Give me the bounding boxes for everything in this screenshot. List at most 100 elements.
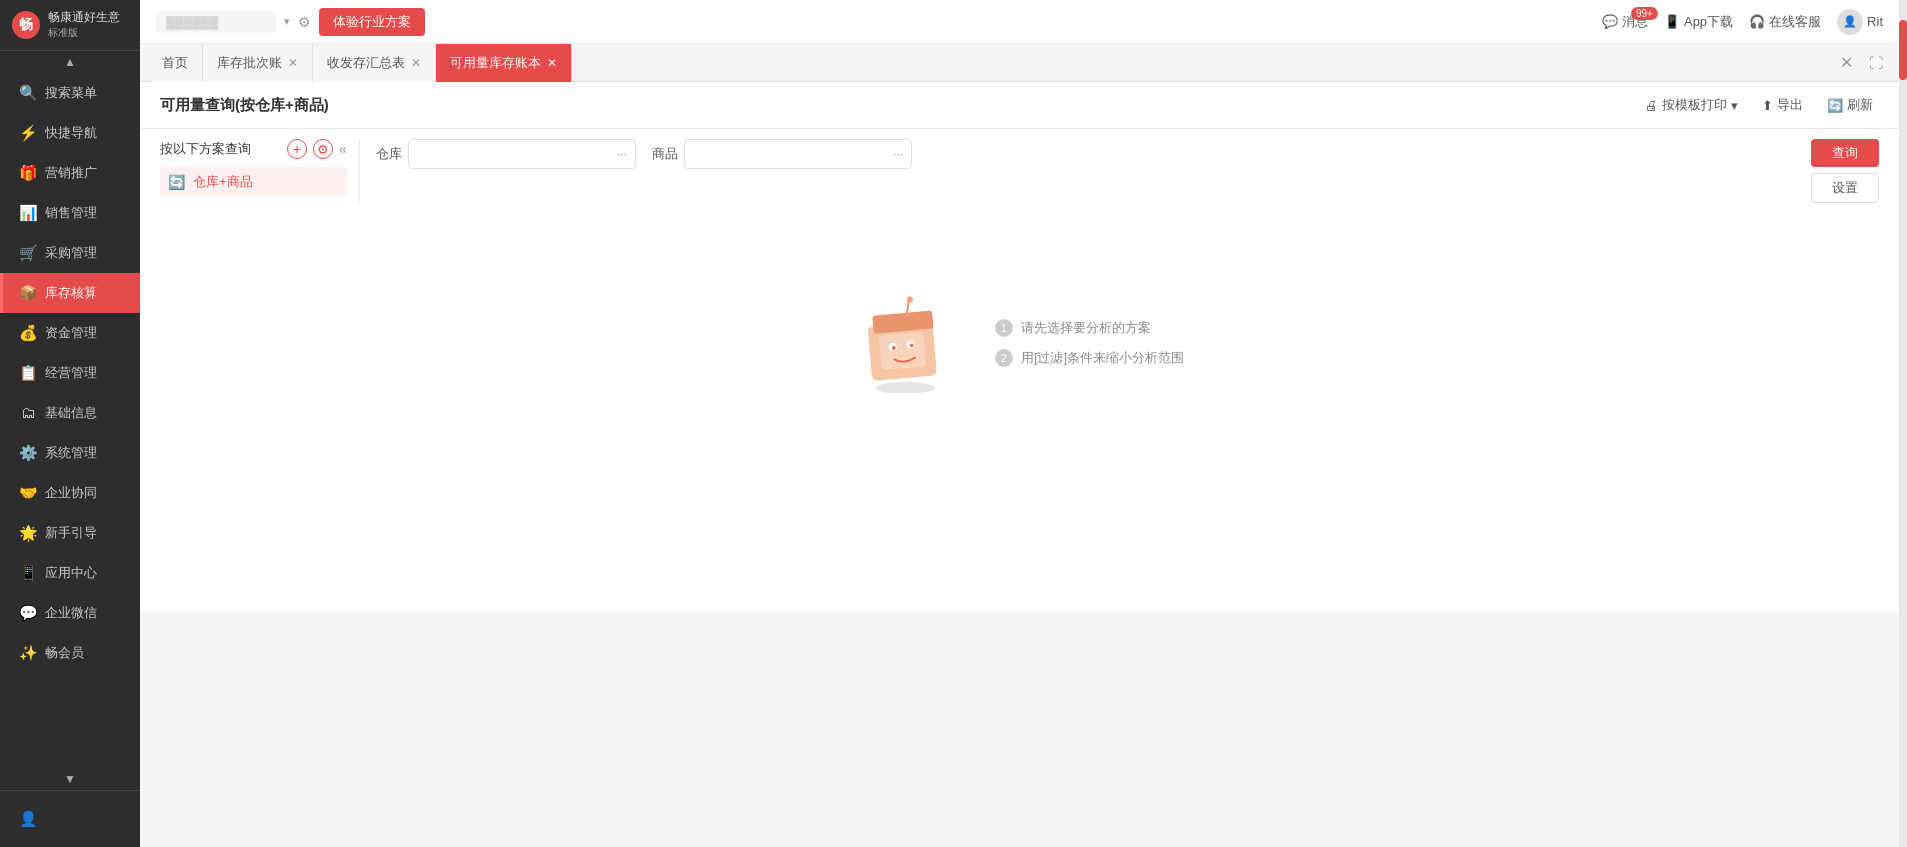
tab-batch-ledger[interactable]: 库存批次账 ✕ [203,44,313,82]
page-header: 可用量查询(按仓库+商品) 🖨 按模板打印 ▾ ⬆ 导出 🔄 刷新 [140,82,1899,129]
sidebar-item-search[interactable]: 🔍 搜索菜单 [0,73,140,113]
warehouse-label: 仓库 [376,145,402,163]
topbar-search[interactable]: ▓▓▓▓▓▓ [156,11,276,33]
tab-home[interactable]: 首页 [152,44,203,82]
filter-settings-button[interactable]: ⚙ [313,139,333,159]
sidebar-scroll-up[interactable]: ▲ [0,51,140,73]
sidebar-menu: 🔍 搜索菜单 ⚡ 快捷导航 🎁 营销推广 📊 销售管理 🛒 采购管理 📦 库存核… [0,73,140,768]
avatar-text: 👤 [1843,15,1857,28]
box-icon: 📦 [19,284,37,302]
money-icon: 💰 [19,324,37,342]
print-template-button[interactable]: 🖨 按模板打印 ▾ [1639,92,1744,118]
sidebar-item-purchase[interactable]: 🛒 采购管理 [0,233,140,273]
search-icon: 🔍 [19,84,37,102]
diamond-icon: ✨ [19,644,37,662]
logo-icon: 畅 [12,11,40,39]
app-download-button[interactable]: 📱 App下载 [1664,13,1733,31]
sidebar-item-enterprise[interactable]: 🤝 企业协同 [0,473,140,513]
chat-icon: 💬 [19,604,37,622]
sidebar-item-sales[interactable]: 📊 销售管理 [0,193,140,233]
online-service-button[interactable]: 🎧 在线客服 [1749,13,1821,31]
sidebar-item-inventory[interactable]: 📦 库存核算 [0,273,140,313]
tab-close-available-ledger[interactable]: ✕ [547,56,557,70]
export-button[interactable]: ⬆ 导出 [1756,92,1809,118]
page-header-actions: 🖨 按模板打印 ▾ ⬆ 导出 🔄 刷新 [1639,92,1879,118]
sidebar-item-system[interactable]: ⚙️ 系统管理 [0,433,140,473]
sidebar-item-user-settings[interactable]: 👤 [0,799,140,839]
settings-icon[interactable]: ⚙ [298,14,311,30]
query-fields: 仓库 ··· 商品 ··· [360,139,1799,203]
refresh-button[interactable]: 🔄 刷新 [1821,92,1879,118]
robot-svg [855,293,955,393]
cart-icon: 🛒 [19,244,37,262]
tab-available-ledger[interactable]: 可用量库存账本 ✕ [436,44,572,82]
filter-add-button[interactable]: + [287,139,307,159]
tip-number-2: 2 [995,349,1013,367]
tabbar-expand-button[interactable]: ⛶ [1865,51,1887,75]
column-settings-button[interactable]: 设置 [1811,173,1879,203]
tip-number-1: 1 [995,319,1013,337]
filter-item-warehouse-product[interactable]: 🔄 仓库+商品 [160,167,347,197]
gift-icon: 🎁 [19,164,37,182]
svg-point-9 [906,296,913,303]
headset-icon: 🎧 [1749,14,1765,29]
tip-text-1: 请先选择要分析的方案 [1021,319,1151,337]
tab-bar: 首页 库存批次账 ✕ 收发存汇总表 ✕ 可用量库存账本 ✕ ✕ ⛶ [140,44,1899,82]
action-buttons: 查询 设置 [1799,139,1879,203]
empty-state-row: 1 请先选择要分析的方案 2 用[过滤]条件来缩小分析范围 [855,293,1184,393]
clipboard-icon: 📋 [19,364,37,382]
message-button[interactable]: 💬 消息 99+ [1602,13,1648,31]
tabbar-close-button[interactable]: ✕ [1836,49,1857,76]
logo-text: 畅康通好生意 标准版 [48,10,120,40]
filter-panel-header: 按以下方案查询 + ⚙ « [160,139,347,159]
sidebar-item-wechat[interactable]: 💬 企业微信 [0,593,140,633]
sidebar-item-marketing[interactable]: 🎁 营销推广 [0,153,140,193]
scrollbar-handle[interactable] [1899,20,1907,80]
empty-tip-1: 1 请先选择要分析的方案 [995,319,1184,337]
empty-state: 1 请先选择要分析的方案 2 用[过滤]条件来缩小分析范围 [140,213,1899,473]
tab-close-recv-summary[interactable]: ✕ [411,56,421,70]
refresh-icon: 🔄 [1827,98,1843,113]
right-scrollbar[interactable] [1899,0,1907,847]
product-more-icon[interactable]: ··· [893,147,903,161]
sidebar-item-quick-nav[interactable]: ⚡ 快捷导航 [0,113,140,153]
tab-close-batch-ledger[interactable]: ✕ [288,56,298,70]
sidebar-bottom: 👤 [0,790,140,847]
product-input[interactable]: ··· [684,139,912,169]
filter-item-icon: 🔄 [168,174,185,190]
filter-panel: 按以下方案查询 + ⚙ « 🔄 仓库+商品 [160,139,360,203]
user-avatar-button[interactable]: 👤 Rit [1837,9,1883,35]
sidebar-item-vip[interactable]: ✨ 畅会员 [0,633,140,673]
product-field: 商品 ··· [652,139,912,169]
tab-recv-summary[interactable]: 收发存汇总表 ✕ [313,44,436,82]
filter-panel-actions: + ⚙ « [287,139,347,159]
svg-point-0 [875,382,935,393]
star-icon: 🌟 [19,524,37,542]
warehouse-input[interactable]: ··· [408,139,636,169]
sidebar-item-operation[interactable]: 📋 经营管理 [0,353,140,393]
warehouse-more-icon[interactable]: ··· [617,147,627,161]
sidebar: 畅 畅康通好生意 标准版 ▲ 🔍 搜索菜单 ⚡ 快捷导航 🎁 营销推广 📊 销售… [0,0,140,847]
product-label: 商品 [652,145,678,163]
filter-collapse-button[interactable]: « [339,141,347,157]
lightning-icon: ⚡ [19,124,37,142]
sidebar-item-finance[interactable]: 💰 资金管理 [0,313,140,353]
sidebar-item-basic[interactable]: 🗂 基础信息 [0,393,140,433]
sidebar-item-guide[interactable]: 🌟 新手引导 [0,513,140,553]
sidebar-item-app-center[interactable]: 📱 应用中心 [0,553,140,593]
topbar-right: 💬 消息 99+ 📱 App下载 🎧 在线客服 👤 Rit [1602,9,1883,35]
query-button[interactable]: 查询 [1811,139,1879,167]
warehouse-field: 仓库 ··· [376,139,636,169]
chevron-down-icon[interactable]: ▾ [284,15,290,28]
trial-industry-button[interactable]: 体验行业方案 [319,8,425,36]
svg-rect-3 [878,331,926,370]
main-area: ▓▓▓▓▓▓ ▾ ⚙ 体验行业方案 💬 消息 99+ 📱 App下载 🎧 在线客… [140,0,1899,847]
filter-area: 按以下方案查询 + ⚙ « 🔄 仓库+商品 仓库 [140,129,1899,213]
printer-icon: 🖨 [1645,98,1658,113]
empty-tips: 1 请先选择要分析的方案 2 用[过滤]条件来缩小分析范围 [995,319,1184,367]
topbar-search-text: ▓▓▓▓▓▓ [166,15,219,29]
tip-text-2: 用[过滤]条件来缩小分析范围 [1021,349,1184,367]
folder-icon: 🗂 [19,404,37,421]
sidebar-scroll-down[interactable]: ▼ [0,768,140,790]
message-icon: 💬 [1602,14,1618,29]
